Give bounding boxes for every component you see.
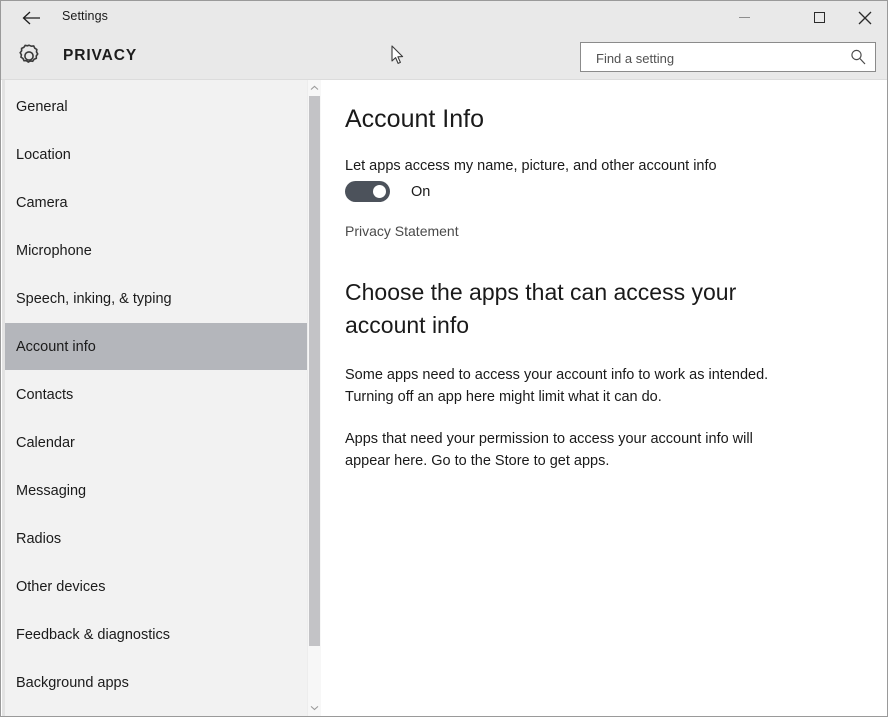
search-box[interactable] — [580, 42, 876, 72]
maximize-icon — [814, 12, 825, 23]
sidebar-item-speech-inking-typing[interactable]: Speech, inking, & typing — [5, 275, 310, 322]
content-paragraph-2: Apps that need your permission to access… — [345, 428, 795, 472]
app-title: Settings — [62, 9, 108, 23]
chevron-up-icon — [310, 78, 319, 96]
sidebar-item-general[interactable]: General — [5, 83, 310, 130]
settings-window: Settings PRIVACY — [0, 0, 888, 717]
minimize-button[interactable] — [721, 1, 767, 34]
toggle-knob — [373, 185, 386, 198]
toggle-description: Let apps access my name, picture, and ot… — [345, 158, 717, 174]
sidebar-scrollbar[interactable] — [307, 80, 321, 716]
sidebar-item-label: Other devices — [16, 579, 105, 595]
sidebar-item-label: Radios — [16, 531, 61, 547]
scrollbar-thumb[interactable] — [309, 96, 320, 646]
sidebar-item-microphone[interactable]: Microphone — [5, 227, 310, 274]
sidebar-item-label: Contacts — [16, 387, 73, 403]
sidebar-item-feedback-diagnostics[interactable]: Feedback & diagnostics — [5, 611, 310, 658]
page-header: PRIVACY — [1, 34, 887, 80]
sidebar-item-label: Camera — [16, 195, 68, 211]
sidebar-item-account-info[interactable]: Account info — [5, 323, 310, 370]
sidebar-item-contacts[interactable]: Contacts — [5, 371, 310, 418]
sidebar-item-label: Account info — [16, 339, 96, 355]
account-info-toggle[interactable] — [345, 181, 390, 202]
toggle-state-label: On — [411, 184, 430, 200]
close-button[interactable] — [842, 1, 888, 34]
scrollbar-down-button[interactable] — [308, 700, 321, 714]
sidebar-item-background-apps[interactable]: Background apps — [5, 659, 310, 706]
sidebar-item-label: Calendar — [16, 435, 75, 451]
maximize-button[interactable] — [796, 1, 842, 34]
sidebar-item-radios[interactable]: Radios — [5, 515, 310, 562]
content-subheading: Choose the apps that can access your acc… — [345, 276, 755, 342]
back-arrow-icon — [22, 11, 41, 25]
sidebar-item-label: Messaging — [16, 483, 86, 499]
sidebar-item-location[interactable]: Location — [5, 131, 310, 178]
search-icon[interactable] — [849, 48, 867, 66]
sidebar-item-label: Microphone — [16, 243, 92, 259]
page-title: PRIVACY — [63, 47, 137, 65]
gear-icon — [13, 40, 45, 72]
sidebar-item-messaging[interactable]: Messaging — [5, 467, 310, 514]
sidebar-item-label: Feedback & diagnostics — [16, 627, 170, 643]
title-bar: Settings — [1, 1, 887, 34]
scrollbar-up-button[interactable] — [308, 80, 321, 94]
sidebar-item-camera[interactable]: Camera — [5, 179, 310, 226]
content-heading: Account Info — [345, 105, 484, 134]
close-icon — [858, 11, 872, 25]
minimize-icon — [739, 17, 750, 18]
search-input[interactable] — [594, 43, 838, 73]
sidebar-item-label: Speech, inking, & typing — [16, 291, 172, 307]
sidebar-item-label: Location — [16, 147, 71, 163]
content-pane: Account Info Let apps access my name, pi… — [322, 80, 887, 716]
back-button[interactable] — [11, 3, 51, 32]
privacy-statement-link[interactable]: Privacy Statement — [345, 223, 459, 239]
sidebar-nav: General Location Camera Microphone Speec… — [2, 80, 321, 716]
chevron-down-icon — [310, 698, 319, 716]
account-info-toggle-row: On — [345, 181, 430, 202]
sidebar-item-label: Background apps — [16, 675, 129, 691]
sidebar-item-calendar[interactable]: Calendar — [5, 419, 310, 466]
sidebar-item-label: General — [16, 99, 68, 115]
content-paragraph-1: Some apps need to access your account in… — [345, 364, 795, 408]
sidebar-item-other-devices[interactable]: Other devices — [5, 563, 310, 610]
